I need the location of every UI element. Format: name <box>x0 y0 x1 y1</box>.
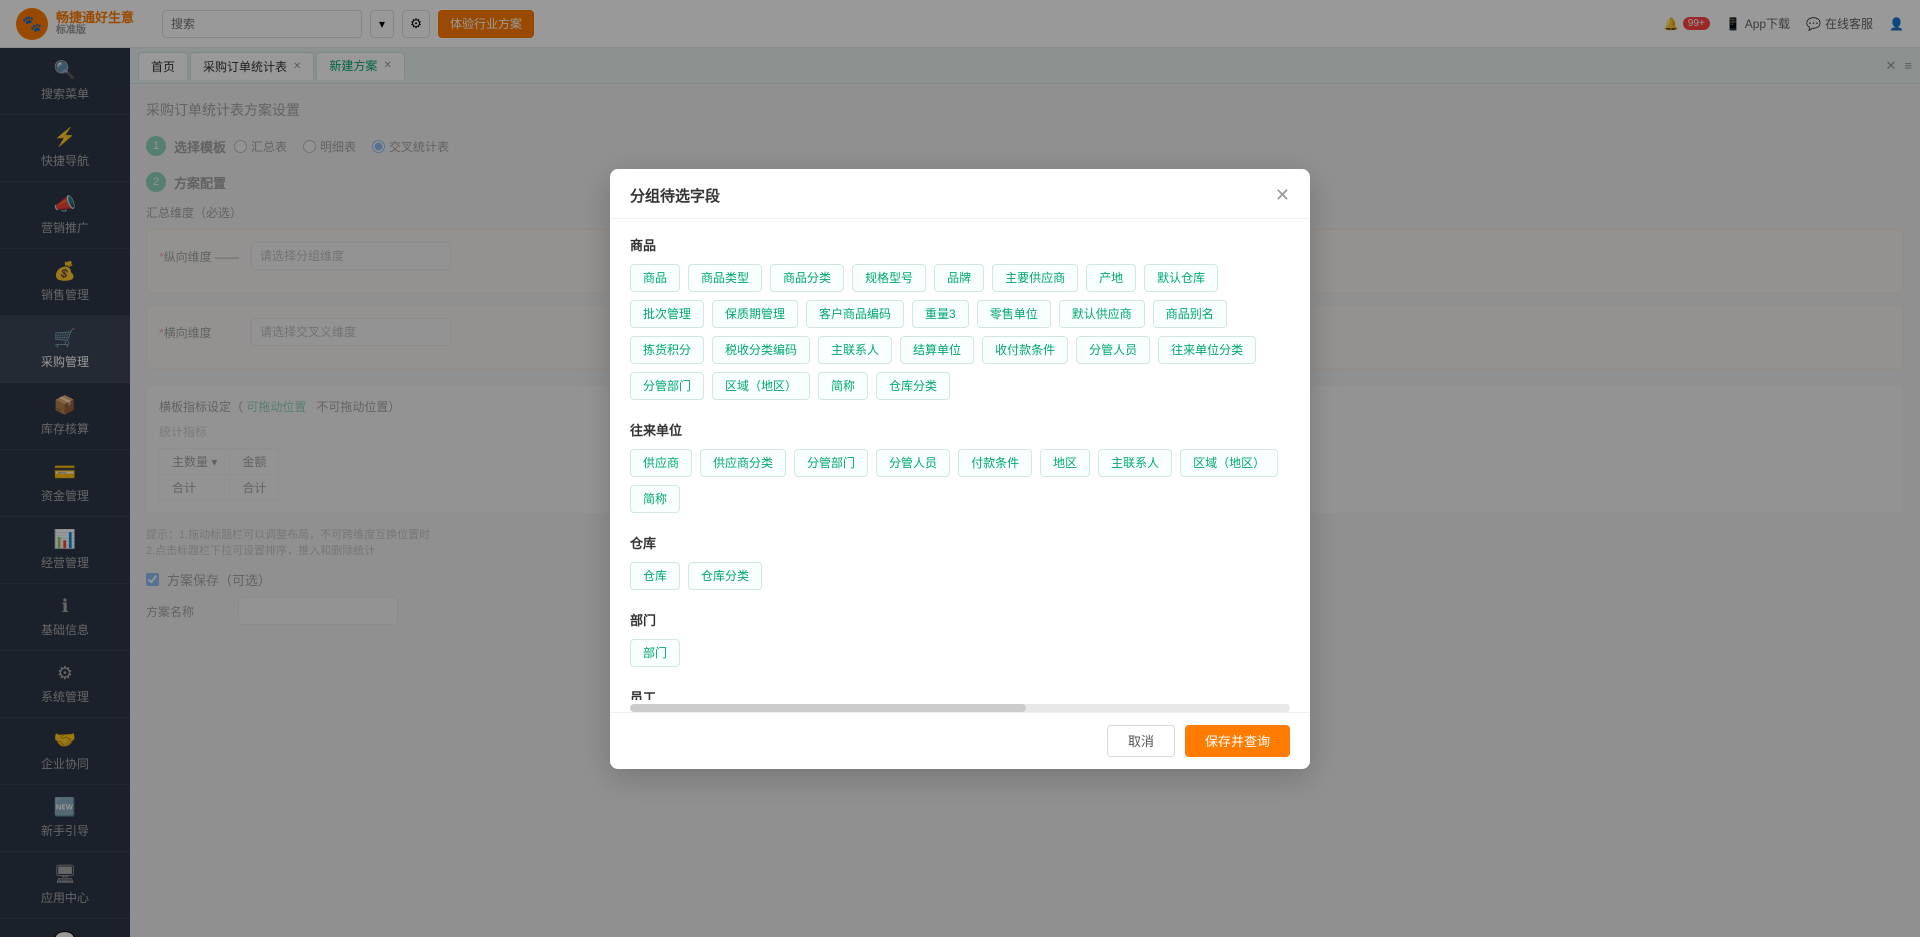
confirm-button[interactable]: 保存并查询 <box>1185 725 1290 757</box>
field-tag-0-22[interactable]: 分管部门 <box>630 372 704 400</box>
field-section-title-4: 员工 <box>630 687 1290 700</box>
field-tag-1-2[interactable]: 分管部门 <box>794 449 868 477</box>
field-tag-0-9[interactable]: 保质期管理 <box>712 300 798 328</box>
modal-close-icon[interactable]: ✕ <box>1275 185 1290 206</box>
field-tag-0-18[interactable]: 结算单位 <box>900 336 974 364</box>
field-tag-0-8[interactable]: 批次管理 <box>630 300 704 328</box>
field-tag-0-13[interactable]: 默认供应商 <box>1059 300 1145 328</box>
field-tag-2-0[interactable]: 仓库 <box>630 562 680 590</box>
modal-overlay: 分组待选字段 ✕ 商品商品商品类型商品分类规格型号品牌主要供应商产地默认仓库批次… <box>0 0 1920 937</box>
modal-header: 分组待选字段 ✕ <box>610 169 1310 219</box>
field-section-title-1: 往来单位 <box>630 420 1290 439</box>
field-tag-0-1[interactable]: 商品类型 <box>688 264 762 292</box>
scrollbar-thumb <box>630 704 1026 712</box>
field-tag-0-15[interactable]: 拣货积分 <box>630 336 704 364</box>
field-section-3: 部门部门 <box>630 610 1290 667</box>
field-tag-1-4[interactable]: 付款条件 <box>958 449 1032 477</box>
cancel-button[interactable]: 取消 <box>1107 725 1175 757</box>
field-tag-0-0[interactable]: 商品 <box>630 264 680 292</box>
field-tags-3: 部门 <box>630 639 1290 667</box>
field-tag-0-16[interactable]: 税收分类编码 <box>712 336 810 364</box>
modal-title: 分组待选字段 <box>630 185 720 206</box>
field-tag-0-25[interactable]: 仓库分类 <box>876 372 950 400</box>
field-tag-0-5[interactable]: 主要供应商 <box>992 264 1078 292</box>
field-tag-0-7[interactable]: 默认仓库 <box>1144 264 1218 292</box>
field-tags-1: 供应商供应商分类分管部门分管人员付款条件地区主联系人区域（地区） 简称 <box>630 449 1290 513</box>
field-tag-0-6[interactable]: 产地 <box>1086 264 1136 292</box>
field-tag-0-10[interactable]: 客户商品编码 <box>806 300 904 328</box>
field-tag-1-5[interactable]: 地区 <box>1040 449 1090 477</box>
field-tags-2: 仓库仓库分类 <box>630 562 1290 590</box>
modal-footer: 取消 保存并查询 <box>610 712 1310 769</box>
field-tag-0-2[interactable]: 商品分类 <box>770 264 844 292</box>
field-tag-0-17[interactable]: 主联系人 <box>818 336 892 364</box>
field-tag-0-21[interactable]: 往来单位分类 <box>1158 336 1256 364</box>
field-tag-0-3[interactable]: 规格型号 <box>852 264 926 292</box>
field-tag-0-4[interactable]: 品牌 <box>934 264 984 292</box>
field-tag-0-23[interactable]: 区域（地区） <box>712 372 810 400</box>
field-section-2: 仓库仓库仓库分类 <box>630 533 1290 590</box>
modal-h-scrollbar <box>610 700 1310 712</box>
field-section-title-2: 仓库 <box>630 533 1290 552</box>
field-tag-1-6[interactable]: 主联系人 <box>1098 449 1172 477</box>
field-tag-2-1[interactable]: 仓库分类 <box>688 562 762 590</box>
field-tag-0-19[interactable]: 收付款条件 <box>982 336 1068 364</box>
field-section-1: 往来单位供应商供应商分类分管部门分管人员付款条件地区主联系人区域（地区） 简称 <box>630 420 1290 513</box>
field-tags-0: 商品商品类型商品分类规格型号品牌主要供应商产地默认仓库批次管理保质期管理客户商品… <box>630 264 1290 400</box>
field-tag-0-14[interactable]: 商品别名 <box>1153 300 1227 328</box>
field-tag-0-12[interactable]: 零售单位 <box>977 300 1051 328</box>
field-tag-0-20[interactable]: 分管人员 <box>1076 336 1150 364</box>
field-section-title-0: 商品 <box>630 235 1290 254</box>
field-tag-3-0[interactable]: 部门 <box>630 639 680 667</box>
field-tag-1-8[interactable]: 简称 <box>630 485 680 513</box>
field-tag-0-24[interactable]: 简称 <box>818 372 868 400</box>
field-section-4: 员工业务员 <box>630 687 1290 700</box>
scrollbar-track <box>630 704 1290 712</box>
field-section-0: 商品商品商品类型商品分类规格型号品牌主要供应商产地默认仓库批次管理保质期管理客户… <box>630 235 1290 400</box>
field-section-title-3: 部门 <box>630 610 1290 629</box>
field-tag-1-3[interactable]: 分管人员 <box>876 449 950 477</box>
field-tag-0-11[interactable]: 重量3 <box>912 300 969 328</box>
field-tag-1-1[interactable]: 供应商分类 <box>700 449 786 477</box>
modal-body: 商品商品商品类型商品分类规格型号品牌主要供应商产地默认仓库批次管理保质期管理客户… <box>610 219 1310 700</box>
field-tag-1-7[interactable]: 区域（地区） <box>1180 449 1278 477</box>
group-field-modal: 分组待选字段 ✕ 商品商品商品类型商品分类规格型号品牌主要供应商产地默认仓库批次… <box>610 169 1310 769</box>
field-tag-1-0[interactable]: 供应商 <box>630 449 692 477</box>
